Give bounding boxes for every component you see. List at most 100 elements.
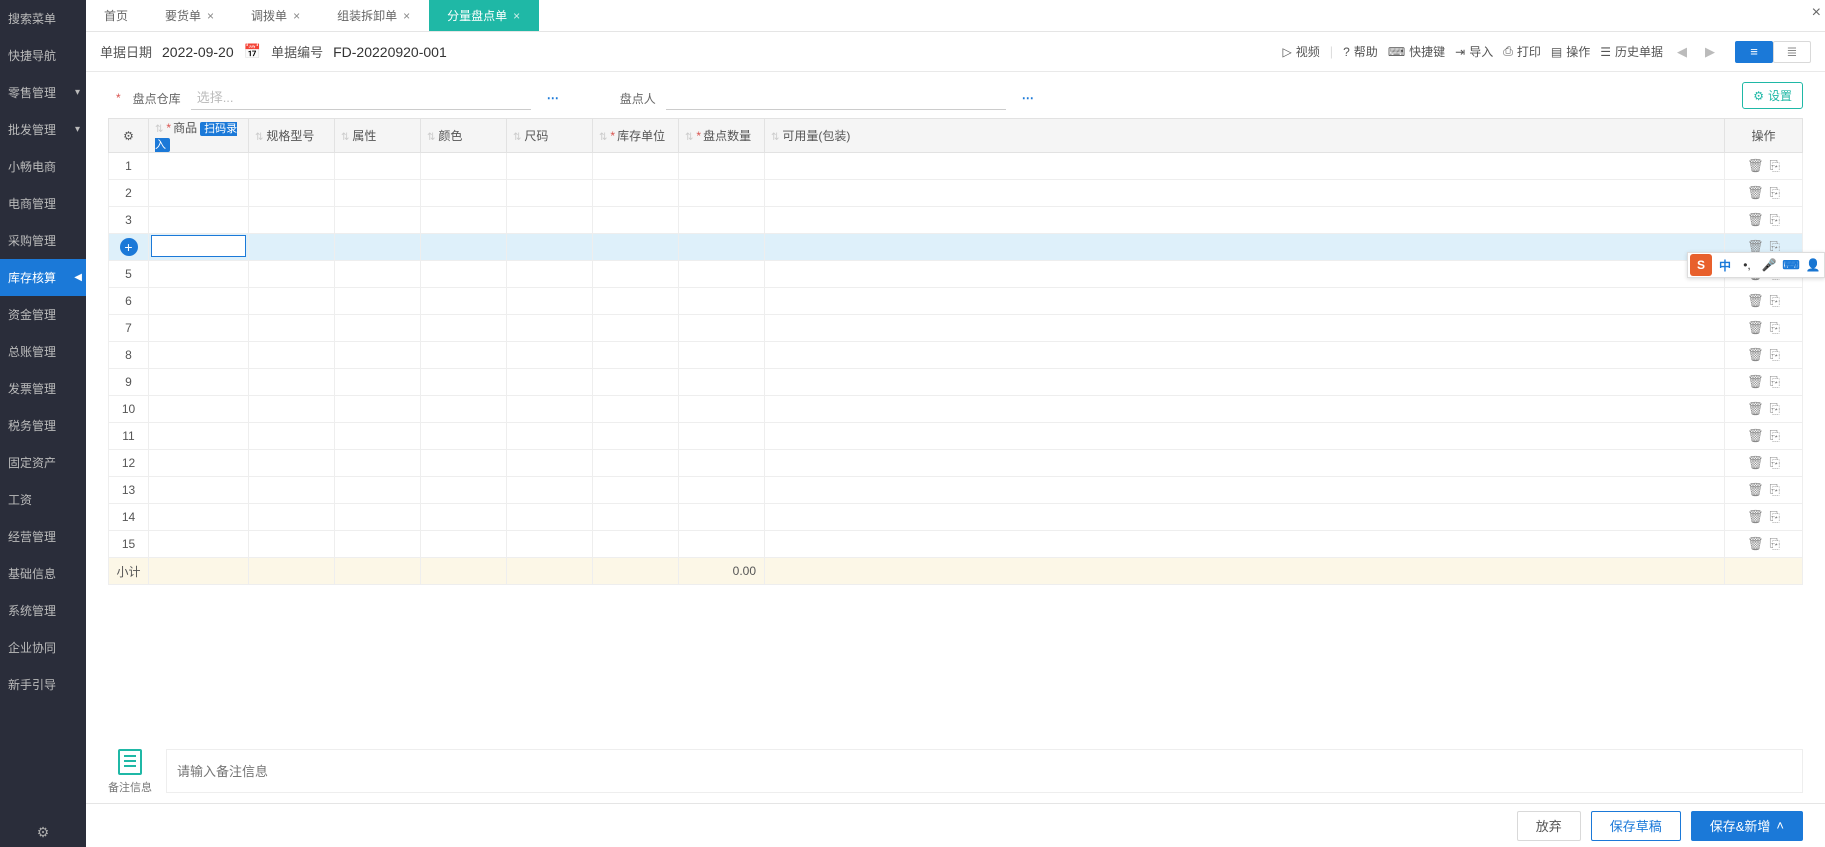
copy-row-icon[interactable]: ⎘ bbox=[1770, 320, 1780, 335]
sidebar-item[interactable]: 批发管理▾ bbox=[0, 111, 86, 148]
prev-doc-icon[interactable]: ◀ bbox=[1673, 44, 1691, 60]
save-draft-button[interactable]: 保存草稿 bbox=[1591, 811, 1681, 841]
tab[interactable]: 分量盘点单× bbox=[429, 0, 539, 31]
delete-row-icon[interactable]: 🗑 bbox=[1747, 401, 1764, 416]
copy-row-icon[interactable]: ⎘ bbox=[1770, 374, 1780, 389]
delete-row-icon[interactable]: 🗑 bbox=[1747, 293, 1764, 308]
copy-row-icon[interactable]: ⎘ bbox=[1770, 428, 1780, 443]
warehouse-lookup-icon[interactable]: ⋯ bbox=[547, 91, 560, 105]
col-product[interactable]: ⇅*商品扫码录入 bbox=[149, 119, 249, 153]
close-icon[interactable]: × bbox=[207, 9, 214, 23]
table-row[interactable]: 7🗑⎘ bbox=[109, 315, 1803, 342]
product-cell-input[interactable] bbox=[151, 235, 245, 257]
copy-row-icon[interactable]: ⎘ bbox=[1770, 509, 1780, 524]
close-icon[interactable]: × bbox=[403, 9, 410, 23]
sidebar-item[interactable]: 固定资产 bbox=[0, 444, 86, 481]
table-row[interactable]: 14🗑⎘ bbox=[109, 504, 1803, 531]
delete-row-icon[interactable]: 🗑 bbox=[1747, 347, 1764, 362]
delete-row-icon[interactable]: 🗑 bbox=[1747, 374, 1764, 389]
settings-button[interactable]: ⚙设置 bbox=[1742, 82, 1803, 109]
ime-punct-icon[interactable]: •, bbox=[1736, 254, 1758, 276]
delete-row-icon[interactable]: 🗑 bbox=[1747, 536, 1764, 551]
view-grid-icon[interactable]: ≣ bbox=[1773, 41, 1811, 63]
sidebar-item[interactable]: 总账管理 bbox=[0, 333, 86, 370]
sidebar-item[interactable]: 系统管理 bbox=[0, 592, 86, 629]
table-row[interactable]: 13🗑⎘ bbox=[109, 477, 1803, 504]
copy-row-icon[interactable]: ⎘ bbox=[1770, 347, 1780, 362]
tab[interactable]: 首页 bbox=[86, 0, 147, 31]
sidebar-item[interactable]: 发票管理 bbox=[0, 370, 86, 407]
calendar-icon[interactable]: 📅 bbox=[244, 43, 261, 60]
history-link[interactable]: ☰历史单据 bbox=[1600, 43, 1663, 60]
sidebar-item[interactable]: 搜索菜单 bbox=[0, 0, 86, 37]
col-attr[interactable]: ⇅属性 bbox=[335, 119, 421, 153]
remark-icon[interactable]: 备注信息 bbox=[108, 749, 152, 795]
sidebar-item[interactable]: 基础信息 bbox=[0, 555, 86, 592]
sidebar-item[interactable]: 工资 bbox=[0, 481, 86, 518]
table-row[interactable]: 15🗑⎘ bbox=[109, 531, 1803, 558]
col-size[interactable]: ⇅尺码 bbox=[507, 119, 593, 153]
table-row[interactable]: 5🗑⎘ bbox=[109, 261, 1803, 288]
col-available[interactable]: ⇅可用量(包装) bbox=[765, 119, 1725, 153]
col-unit[interactable]: ⇅*库存单位 bbox=[593, 119, 679, 153]
person-input[interactable] bbox=[666, 86, 1006, 110]
delete-row-icon[interactable]: 🗑 bbox=[1747, 428, 1764, 443]
hotkey-link[interactable]: ⌨快捷键 bbox=[1388, 43, 1445, 60]
copy-row-icon[interactable]: ⎘ bbox=[1770, 455, 1780, 470]
view-list-icon[interactable]: ≡ bbox=[1735, 41, 1773, 63]
ime-lang[interactable]: 中 bbox=[1714, 254, 1736, 276]
sidebar-item[interactable]: 零售管理▾ bbox=[0, 74, 86, 111]
table-row[interactable]: 3🗑⎘ bbox=[109, 207, 1803, 234]
tab[interactable]: 组装拆卸单× bbox=[319, 0, 429, 31]
copy-row-icon[interactable]: ⎘ bbox=[1770, 158, 1780, 173]
help-link[interactable]: ?帮助 bbox=[1343, 43, 1378, 60]
tab[interactable]: 调拨单× bbox=[233, 0, 319, 31]
delete-row-icon[interactable]: 🗑 bbox=[1747, 509, 1764, 524]
close-all-icon[interactable]: × bbox=[1812, 4, 1821, 22]
tab[interactable]: 要货单× bbox=[147, 0, 233, 31]
operate-link[interactable]: ▤操作 bbox=[1551, 43, 1590, 60]
ime-person-icon[interactable]: 👤 bbox=[1802, 254, 1824, 276]
delete-row-icon[interactable]: 🗑 bbox=[1747, 482, 1764, 497]
table-row[interactable]: 1🗑⎘ bbox=[109, 153, 1803, 180]
table-row[interactable]: 12🗑⎘ bbox=[109, 450, 1803, 477]
table-row[interactable]: 8🗑⎘ bbox=[109, 342, 1803, 369]
sidebar-item[interactable]: 快捷导航 bbox=[0, 37, 86, 74]
remark-input[interactable] bbox=[166, 749, 1803, 793]
delete-row-icon[interactable]: 🗑 bbox=[1747, 455, 1764, 470]
gear-icon[interactable]: ⚙ bbox=[37, 824, 50, 841]
discard-button[interactable]: 放弃 bbox=[1517, 811, 1581, 841]
sidebar-item[interactable]: 资金管理 bbox=[0, 296, 86, 333]
add-row-icon[interactable]: + bbox=[120, 238, 138, 256]
close-icon[interactable]: × bbox=[293, 9, 300, 23]
table-row[interactable]: 9🗑⎘ bbox=[109, 369, 1803, 396]
sidebar-item[interactable]: 库存核算◀ bbox=[0, 259, 86, 296]
copy-row-icon[interactable]: ⎘ bbox=[1770, 536, 1780, 551]
sidebar-item[interactable]: 企业协同 bbox=[0, 629, 86, 666]
sidebar-item[interactable]: 采购管理 bbox=[0, 222, 86, 259]
copy-row-icon[interactable]: ⎘ bbox=[1770, 401, 1780, 416]
copy-row-icon[interactable]: ⎘ bbox=[1770, 185, 1780, 200]
table-row[interactable]: 11🗑⎘ bbox=[109, 423, 1803, 450]
import-link[interactable]: ⇥导入 bbox=[1455, 43, 1493, 60]
col-spec[interactable]: ⇅规格型号 bbox=[249, 119, 335, 153]
copy-row-icon[interactable]: ⎘ bbox=[1770, 293, 1780, 308]
ime-toolbar[interactable]: S 中 •, 🎤 ⌨ 👤 bbox=[1687, 252, 1825, 278]
sidebar-item[interactable]: 新手引导 bbox=[0, 666, 86, 703]
ime-keyboard-icon[interactable]: ⌨ bbox=[1780, 254, 1802, 276]
col-qty[interactable]: ⇅*盘点数量 bbox=[679, 119, 765, 153]
sidebar-item[interactable]: 小畅电商 bbox=[0, 148, 86, 185]
table-row[interactable]: 10🗑⎘ bbox=[109, 396, 1803, 423]
doc-date-value[interactable]: 2022-09-20 bbox=[162, 44, 234, 60]
print-link[interactable]: ⎙打印 bbox=[1503, 43, 1541, 60]
table-row[interactable]: +🗑⎘ bbox=[109, 234, 1803, 261]
copy-row-icon[interactable]: ⎘ bbox=[1770, 212, 1780, 227]
close-icon[interactable]: × bbox=[513, 9, 520, 23]
col-settings[interactable]: ⚙ bbox=[109, 119, 149, 153]
delete-row-icon[interactable]: 🗑 bbox=[1747, 158, 1764, 173]
sidebar-item[interactable]: 电商管理 bbox=[0, 185, 86, 222]
video-link[interactable]: ▷视频 bbox=[1282, 43, 1319, 60]
delete-row-icon[interactable]: 🗑 bbox=[1747, 320, 1764, 335]
warehouse-input[interactable] bbox=[191, 86, 531, 110]
sidebar-item[interactable]: 经营管理 bbox=[0, 518, 86, 555]
